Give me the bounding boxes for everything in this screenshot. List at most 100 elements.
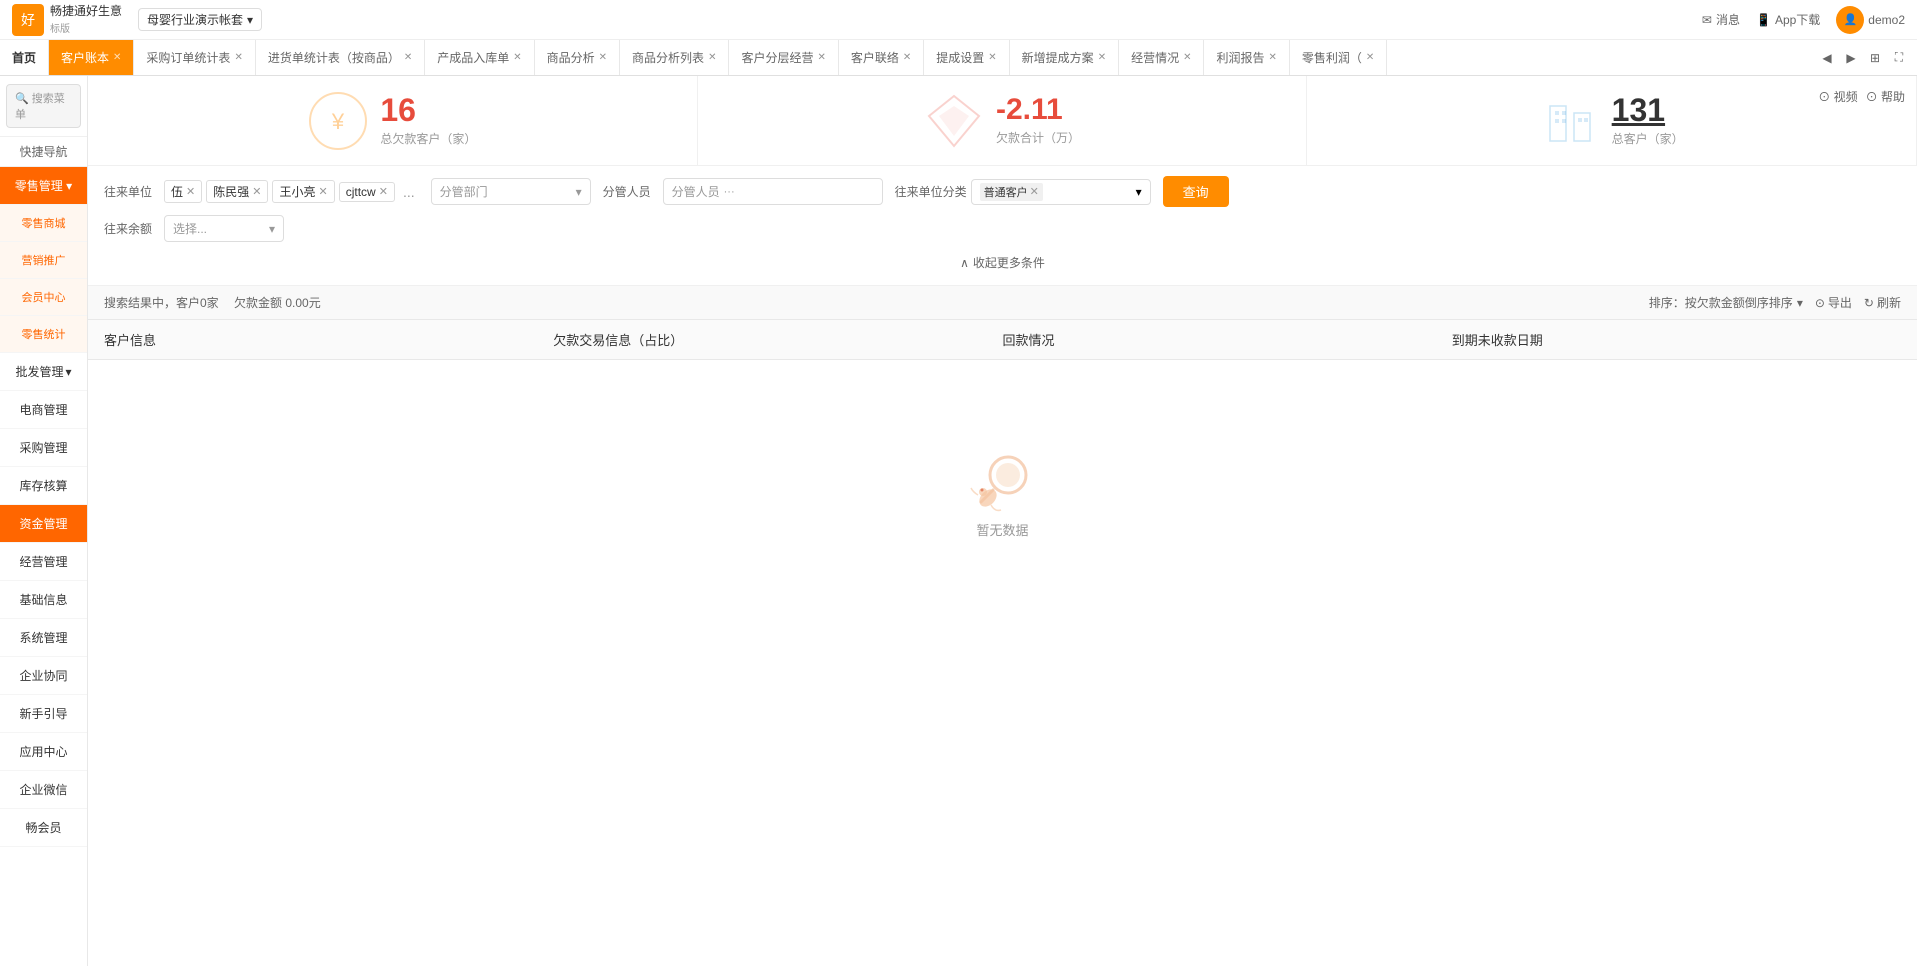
- chevron-down-icon-wholesale: ▾: [65, 365, 71, 379]
- content-area: ¥ 16 总欠款客户（家） -2.11 欠款合计（万: [88, 76, 1917, 966]
- unit-more-button[interactable]: ...: [399, 182, 419, 202]
- unit-tag-wang-remove[interactable]: ✕: [319, 185, 328, 198]
- sidebar-item-vip[interactable]: 畅会员: [0, 809, 87, 847]
- search-menu-button[interactable]: 🔍 搜索菜单: [6, 84, 81, 128]
- sidebar-item-enterprise-label: 企业协同: [19, 669, 67, 683]
- classify-tag-label: 普通客户: [984, 184, 1028, 200]
- tab-customer-ledger-close[interactable]: ✕: [113, 52, 121, 63]
- sidebar-item-system[interactable]: 系统管理: [0, 619, 87, 657]
- tab-add-commission[interactable]: 新增提成方案 ✕: [1010, 40, 1119, 76]
- classify-filter: 往来单位分类 普通客户 ✕ ▾: [895, 179, 1151, 205]
- tab-business-close[interactable]: ✕: [1183, 52, 1191, 63]
- sidebar-item-member[interactable]: 会员中心: [0, 279, 87, 316]
- classify-tag-remove[interactable]: ✕: [1030, 185, 1039, 198]
- collapse-button[interactable]: ∧ 收起更多条件: [952, 250, 1053, 275]
- tab-customer-contact[interactable]: 客户联络 ✕: [839, 40, 924, 76]
- sidebar-item-inventory[interactable]: 库存核算: [0, 467, 87, 505]
- yuan-icon: ¥: [308, 91, 368, 151]
- tab-retail-profit[interactable]: 零售利润（ ✕: [1290, 40, 1387, 76]
- tab-purchase-stats-close[interactable]: ✕: [404, 52, 412, 63]
- store-selector[interactable]: 母婴行业演示帐套 ▾: [138, 8, 262, 31]
- tab-customer-ledger-label: 客户账本: [61, 49, 109, 66]
- tab-retail-profit-close[interactable]: ✕: [1366, 52, 1374, 63]
- sidebar-item-retail-mgmt[interactable]: 零售管理 ▾: [0, 167, 87, 205]
- tab-fullscreen-button[interactable]: ⛶: [1889, 48, 1909, 68]
- tab-menu-button[interactable]: ⊞: [1865, 48, 1885, 68]
- person-filter-label: 分管人员: [603, 183, 651, 200]
- stats-help: ⊙ 视频 ⊙ 帮助: [1818, 88, 1905, 105]
- tab-profit-report[interactable]: 利润报告 ✕: [1204, 40, 1289, 76]
- unit-filter-label: 往来单位: [104, 183, 152, 200]
- building-icon: [1540, 91, 1600, 151]
- dept-arrow-icon: ▾: [576, 185, 582, 199]
- tab-goods-analysis-close[interactable]: ✕: [599, 52, 607, 63]
- sidebar-item-basic-info[interactable]: 基础信息: [0, 581, 87, 619]
- sidebar-item-retail-stats[interactable]: 零售统计: [0, 316, 87, 353]
- sidebar-item-operations[interactable]: 经营管理: [0, 543, 87, 581]
- tab-customer-contact-close[interactable]: ✕: [903, 52, 911, 63]
- tab-home[interactable]: 首页: [0, 40, 49, 76]
- tab-commission-setting[interactable]: 提成设置 ✕: [924, 40, 1009, 76]
- sidebar-item-finance[interactable]: 资金管理: [0, 505, 87, 543]
- download-label: App下载: [1775, 11, 1820, 28]
- tab-commission-setting-close[interactable]: ✕: [988, 52, 996, 63]
- tab-next-button[interactable]: ▶: [1841, 48, 1861, 68]
- tab-goods-list-close[interactable]: ✕: [708, 52, 716, 63]
- username: demo2: [1868, 13, 1905, 27]
- messages-button[interactable]: ✉ 消息: [1702, 11, 1740, 28]
- user-profile[interactable]: 👤 demo2: [1836, 6, 1905, 34]
- amount-select[interactable]: 选择... ▾: [164, 215, 284, 242]
- sidebar-item-marketing-label: 营销推广: [22, 255, 66, 267]
- refresh-button[interactable]: ↻ 刷新: [1864, 294, 1901, 311]
- sort-button[interactable]: 排序：按欠款金额倒序排序 ▾: [1649, 294, 1803, 311]
- classify-select[interactable]: 普通客户 ✕ ▾: [971, 179, 1151, 205]
- export-button[interactable]: ⊙ 导出: [1815, 294, 1852, 311]
- download-icon: 📱: [1756, 13, 1771, 27]
- sidebar-item-system-label: 系统管理: [19, 631, 67, 645]
- stat-values-total: 131 总客户（家）: [1612, 94, 1684, 147]
- person-select[interactable]: 分管人员 ···: [663, 178, 883, 205]
- tab-purchase-order[interactable]: 采购订单统计表 ✕: [134, 40, 255, 76]
- unit-tag-wu-remove[interactable]: ✕: [186, 185, 195, 198]
- tab-goods-analysis[interactable]: 商品分析 ✕: [535, 40, 620, 76]
- tab-customer-tier-close[interactable]: ✕: [817, 52, 825, 63]
- sidebar-item-wholesale[interactable]: 批发管理 ▾: [0, 353, 87, 391]
- sidebar-item-app-center[interactable]: 应用中心: [0, 733, 87, 771]
- tab-customer-tier[interactable]: 客户分层经营 ✕: [729, 40, 838, 76]
- sidebar-item-enterprise[interactable]: 企业协同: [0, 657, 87, 695]
- dept-placeholder: 分管部门: [440, 183, 488, 200]
- help-button[interactable]: ⊙ 帮助: [1866, 88, 1905, 105]
- sidebar-item-marketing[interactable]: 营销推广: [0, 242, 87, 279]
- quick-nav-button[interactable]: 快捷导航: [0, 137, 87, 167]
- sidebar-item-retail-mall[interactable]: 零售商城: [0, 205, 87, 242]
- query-button[interactable]: 查询: [1163, 176, 1229, 207]
- sidebar-item-purchase[interactable]: 采购管理: [0, 429, 87, 467]
- tab-home-label: 首页: [12, 49, 36, 66]
- tab-prev-button[interactable]: ◀: [1817, 48, 1837, 68]
- tab-purchase-order-close[interactable]: ✕: [234, 52, 242, 63]
- tab-controls: ◀ ▶ ⊞ ⛶: [1809, 48, 1917, 68]
- tab-business[interactable]: 经营情况 ✕: [1119, 40, 1204, 76]
- amount-placeholder: 选择...: [173, 220, 207, 237]
- stat-label-debt: 欠款合计（万）: [996, 129, 1080, 146]
- tab-finished-goods-close[interactable]: ✕: [513, 52, 521, 63]
- tab-add-commission-close[interactable]: ✕: [1098, 52, 1106, 63]
- sidebar-item-weixin[interactable]: 企业微信: [0, 771, 87, 809]
- app-download-button[interactable]: 📱 App下载: [1756, 11, 1820, 28]
- unit-tag-chen-remove[interactable]: ✕: [252, 185, 261, 198]
- tab-profit-report-close[interactable]: ✕: [1269, 52, 1277, 63]
- tab-customer-ledger[interactable]: 客户账本 ✕: [49, 40, 134, 76]
- col-repayment: 回款情况: [1003, 330, 1452, 349]
- sidebar-item-basic-info-label: 基础信息: [19, 593, 67, 607]
- sidebar-item-ecommerce[interactable]: 电商管理: [0, 391, 87, 429]
- sidebar-item-finance-label: 资金管理: [19, 517, 67, 531]
- video-help-button[interactable]: ⊙ 视频: [1818, 88, 1857, 105]
- unit-tag-cj-remove[interactable]: ✕: [379, 185, 388, 198]
- tab-goods-list[interactable]: 商品分析列表 ✕: [620, 40, 729, 76]
- tab-finished-goods[interactable]: 产成品入库单 ✕: [425, 40, 534, 76]
- dept-select[interactable]: 分管部门 ▾: [431, 178, 591, 205]
- tab-purchase-stats[interactable]: 进货单统计表（按商品） ✕: [256, 40, 425, 76]
- col-overdue-date: 到期未收款日期: [1452, 330, 1901, 349]
- chevron-up-icon: ∧: [960, 256, 969, 270]
- sidebar-item-guide[interactable]: 新手引导: [0, 695, 87, 733]
